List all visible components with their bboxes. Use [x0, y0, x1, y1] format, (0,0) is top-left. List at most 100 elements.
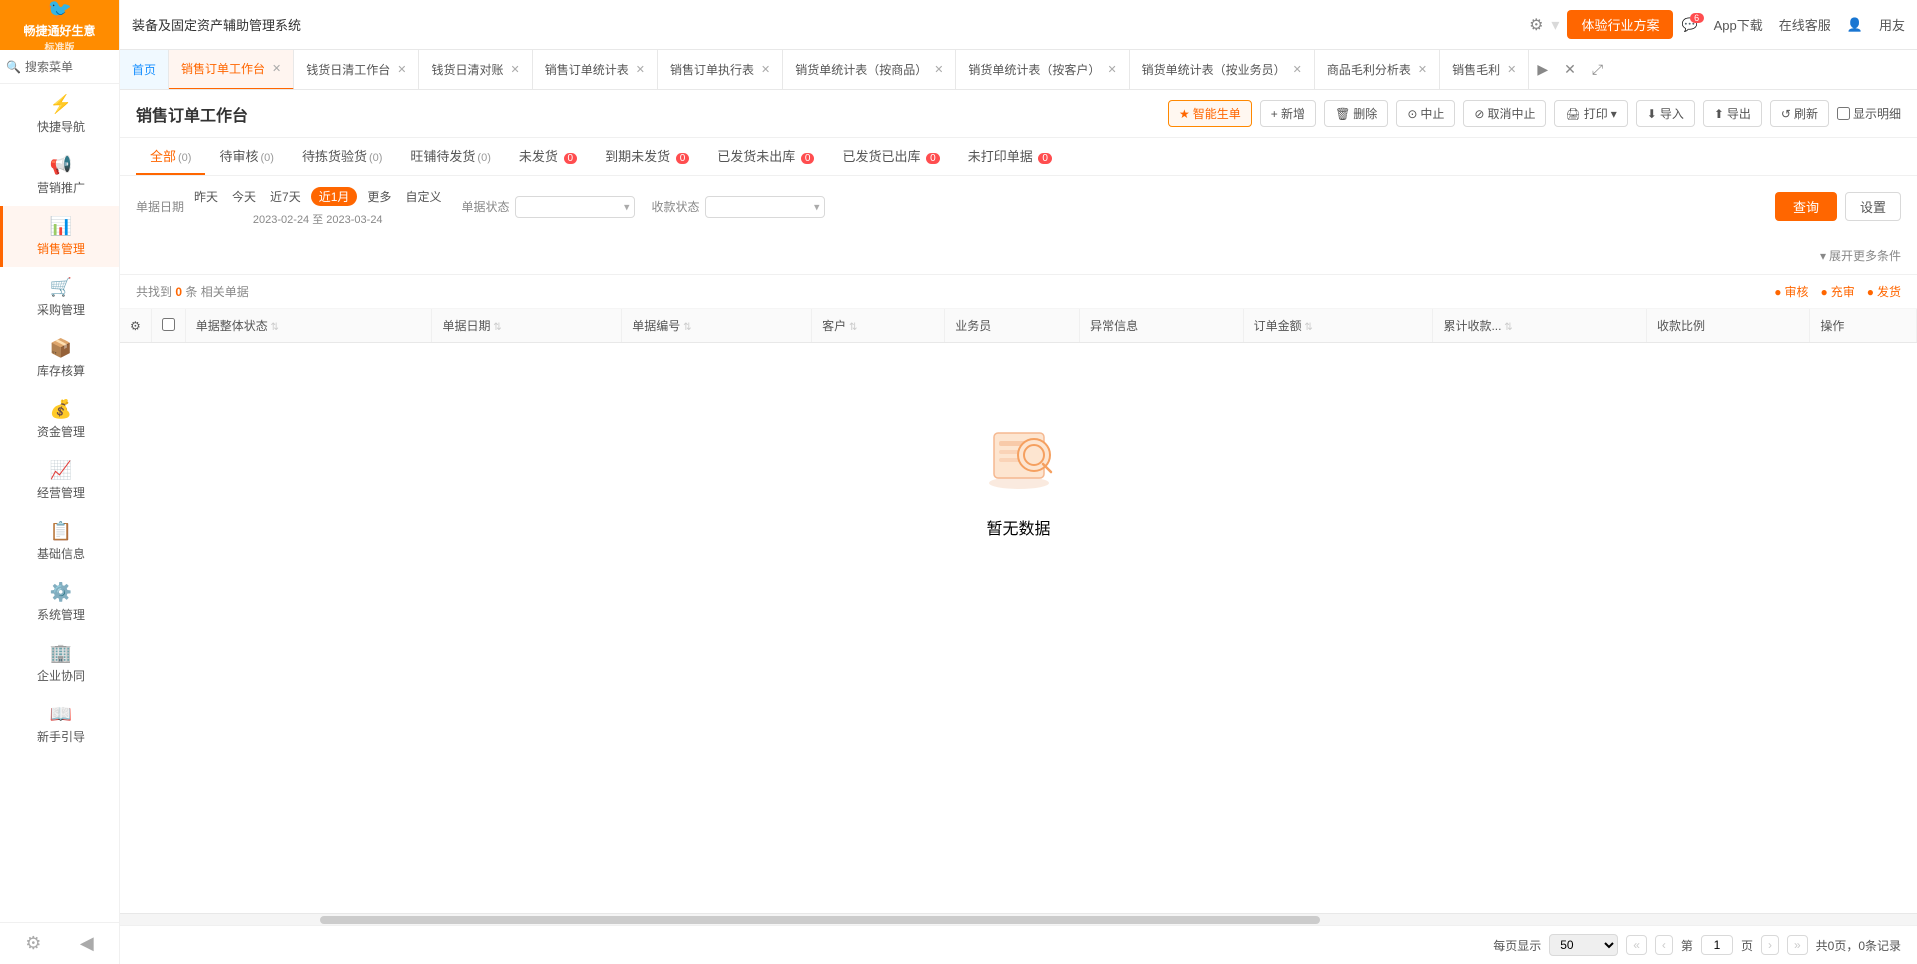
status-select[interactable]: [515, 196, 635, 218]
delete-button[interactable]: 🗑 删除: [1324, 100, 1388, 127]
sidebar-item-label: 系统管理: [37, 606, 85, 623]
sidebar-item-system[interactable]: ⚙️ 系统管理: [0, 572, 119, 633]
solution-button[interactable]: 体验行业方案: [1567, 10, 1673, 39]
tab-sales-summary-staff[interactable]: 销货单统计表（按业务员） ✕: [1130, 50, 1315, 90]
prev-page-button[interactable]: ‹: [1655, 935, 1673, 955]
sidebar-item-marketing[interactable]: 📢 营销推广: [0, 145, 119, 206]
sidebar-item-sales[interactable]: 📊 销售管理: [0, 206, 119, 267]
ship-button[interactable]: ● 发货: [1867, 283, 1901, 300]
page-size-select[interactable]: 10 20 50 100: [1549, 934, 1618, 956]
tabs-close-all[interactable]: ✕: [1556, 50, 1584, 90]
tab-close-icon[interactable]: ✕: [1418, 63, 1427, 76]
sub-tab-shipped-warehoused[interactable]: 已发货已出库 0: [828, 138, 953, 175]
date-opt-today[interactable]: 今天: [228, 186, 260, 207]
page-size-label: 每页显示: [1493, 937, 1541, 954]
tab-cash-reconcile[interactable]: 钱货日清对账 ✕: [419, 50, 532, 90]
col-customer[interactable]: 客户: [812, 309, 945, 343]
col-number[interactable]: 单据编号: [622, 309, 812, 343]
scrollbar-thumb[interactable]: [320, 916, 1320, 924]
col-status[interactable]: 单据整体状态: [185, 309, 432, 343]
sidebar-item-purchase[interactable]: 🛒 采购管理: [0, 267, 119, 328]
collapse-icon[interactable]: ◀: [80, 933, 94, 954]
show-detail-checkbox[interactable]: 显示明细: [1837, 105, 1901, 122]
app-download-link[interactable]: App下载: [1714, 15, 1763, 34]
import-label: 导入: [1660, 105, 1684, 122]
tab-home[interactable]: 首页: [120, 50, 169, 90]
tab-close-icon[interactable]: ✕: [272, 62, 281, 75]
page-number-input[interactable]: [1701, 935, 1733, 955]
gear-icon[interactable]: ⚙: [1529, 15, 1543, 35]
table-scroll-container[interactable]: ⚙ 单据整体状态 单据日期 单据编号 客户 业务员 异常信息 订单金额 累计收款…: [120, 309, 1917, 913]
sidebar-item-guide[interactable]: 📖 新手引导: [0, 694, 119, 755]
tab-close-icon[interactable]: ✕: [1107, 63, 1116, 76]
sub-tab-not-printed[interactable]: 未打印单据 0: [954, 138, 1066, 175]
sidebar-item-inventory[interactable]: 📦 库存核算: [0, 328, 119, 389]
tab-sales-exec[interactable]: 销售订单执行表 ✕: [658, 50, 783, 90]
print-button[interactable]: 🖨 打印 ▾: [1554, 100, 1627, 127]
sub-tab-pending-inspect[interactable]: 待拣货验货(0): [288, 138, 396, 175]
export-button[interactable]: ⬆ 导出: [1703, 100, 1762, 127]
sidebar-item-enterprise[interactable]: 🏢 企业协同: [0, 633, 119, 694]
tab-close-icon[interactable]: ✕: [1507, 63, 1516, 76]
tab-home-label: 首页: [132, 61, 156, 78]
sub-tab-pending-review[interactable]: 待审核(0): [205, 138, 287, 175]
tab-sales-workbench[interactable]: 销售订单工作台 ✕: [169, 50, 294, 90]
sidebar-item-basic[interactable]: 📋 基础信息: [0, 511, 119, 572]
col-date[interactable]: 单据日期: [432, 309, 622, 343]
tab-close-icon[interactable]: ✕: [511, 63, 520, 76]
settings-icon[interactable]: ⚙: [25, 933, 41, 954]
date-opt-more[interactable]: 更多: [363, 186, 395, 207]
col-settings[interactable]: ⚙: [120, 309, 151, 343]
next-page-button[interactable]: ›: [1761, 935, 1779, 955]
review-button[interactable]: ● 审核: [1774, 283, 1808, 300]
date-display: 2023-02-24 至 2023-03-24: [253, 211, 383, 227]
expand-conditions-button[interactable]: ▾ 展开更多条件: [1820, 247, 1901, 264]
col-collected[interactable]: 累计收款...: [1433, 309, 1647, 343]
smart-create-button[interactable]: ★ 智能生单: [1168, 100, 1252, 127]
show-detail-input[interactable]: [1837, 107, 1850, 120]
query-button[interactable]: 查询: [1775, 192, 1837, 221]
date-opt-1month[interactable]: 近1月: [311, 187, 358, 206]
unreview-button[interactable]: ● 充审: [1820, 283, 1854, 300]
tabs-more-button[interactable]: ▶: [1529, 50, 1556, 90]
tab-cash-daily[interactable]: 钱货日清工作台 ✕: [294, 50, 419, 90]
tab-close-icon[interactable]: ✕: [397, 63, 406, 76]
date-opt-custom[interactable]: 自定义: [401, 186, 445, 207]
date-opt-7days[interactable]: 近7天: [266, 186, 305, 207]
refresh-button[interactable]: ↺ 刷新: [1770, 100, 1829, 127]
tab-close-icon[interactable]: ✕: [934, 63, 943, 76]
horizontal-scrollbar[interactable]: [120, 913, 1917, 925]
import-button[interactable]: ⬇ 导入: [1636, 100, 1695, 127]
tab-product-margin[interactable]: 商品毛利分析表 ✕: [1315, 50, 1440, 90]
sub-tab-shipped-not-warehoused[interactable]: 已发货未出库 0: [703, 138, 828, 175]
sub-tab-expired-not-shipped[interactable]: 到期未发货 0: [591, 138, 703, 175]
sub-tab-not-shipped[interactable]: 未发货 0: [505, 138, 591, 175]
tab-close-icon[interactable]: ✕: [636, 63, 645, 76]
receipt-select[interactable]: [705, 196, 825, 218]
sub-tab-wangpu[interactable]: 旺铺待发货(0): [396, 138, 504, 175]
tab-close-icon[interactable]: ✕: [761, 63, 770, 76]
tab-sales-summary-product[interactable]: 销货单统计表（按商品） ✕: [783, 50, 956, 90]
sidebar-search[interactable]: 🔍 搜索菜单: [0, 50, 119, 84]
col-checkbox[interactable]: [151, 309, 185, 343]
tab-sales-summary-customer[interactable]: 销货单统计表（按客户） ✕: [956, 50, 1129, 90]
sidebar-item-operations[interactable]: 📈 经营管理: [0, 450, 119, 511]
sidebar-item-quick-nav[interactable]: ⚡ 快捷导航: [0, 84, 119, 145]
tab-sales-more[interactable]: 销售毛利 ✕: [1440, 50, 1529, 90]
tab-close-icon[interactable]: ✕: [1293, 63, 1302, 76]
sidebar-item-finance[interactable]: 💰 资金管理: [0, 389, 119, 450]
new-button[interactable]: + 新增: [1260, 100, 1316, 127]
date-opt-yesterday[interactable]: 昨天: [190, 186, 222, 207]
online-service-link[interactable]: 在线客服: [1779, 15, 1831, 34]
stop-button[interactable]: ⊙ 中止: [1396, 100, 1455, 127]
tab-sales-stats[interactable]: 销售订单统计表 ✕: [533, 50, 658, 90]
sub-tab-all[interactable]: 全部(0): [136, 138, 205, 175]
cancel-stop-button[interactable]: ⊘ 取消中止: [1463, 100, 1546, 127]
last-page-button[interactable]: »: [1787, 935, 1808, 955]
select-all-checkbox[interactable]: [162, 318, 175, 331]
message-badge-container[interactable]: 💬 6: [1681, 17, 1697, 33]
tabs-expand[interactable]: ⤢: [1584, 50, 1611, 90]
set-button[interactable]: 设置: [1845, 192, 1901, 221]
col-amount[interactable]: 订单金额: [1243, 309, 1433, 343]
first-page-button[interactable]: «: [1626, 935, 1647, 955]
